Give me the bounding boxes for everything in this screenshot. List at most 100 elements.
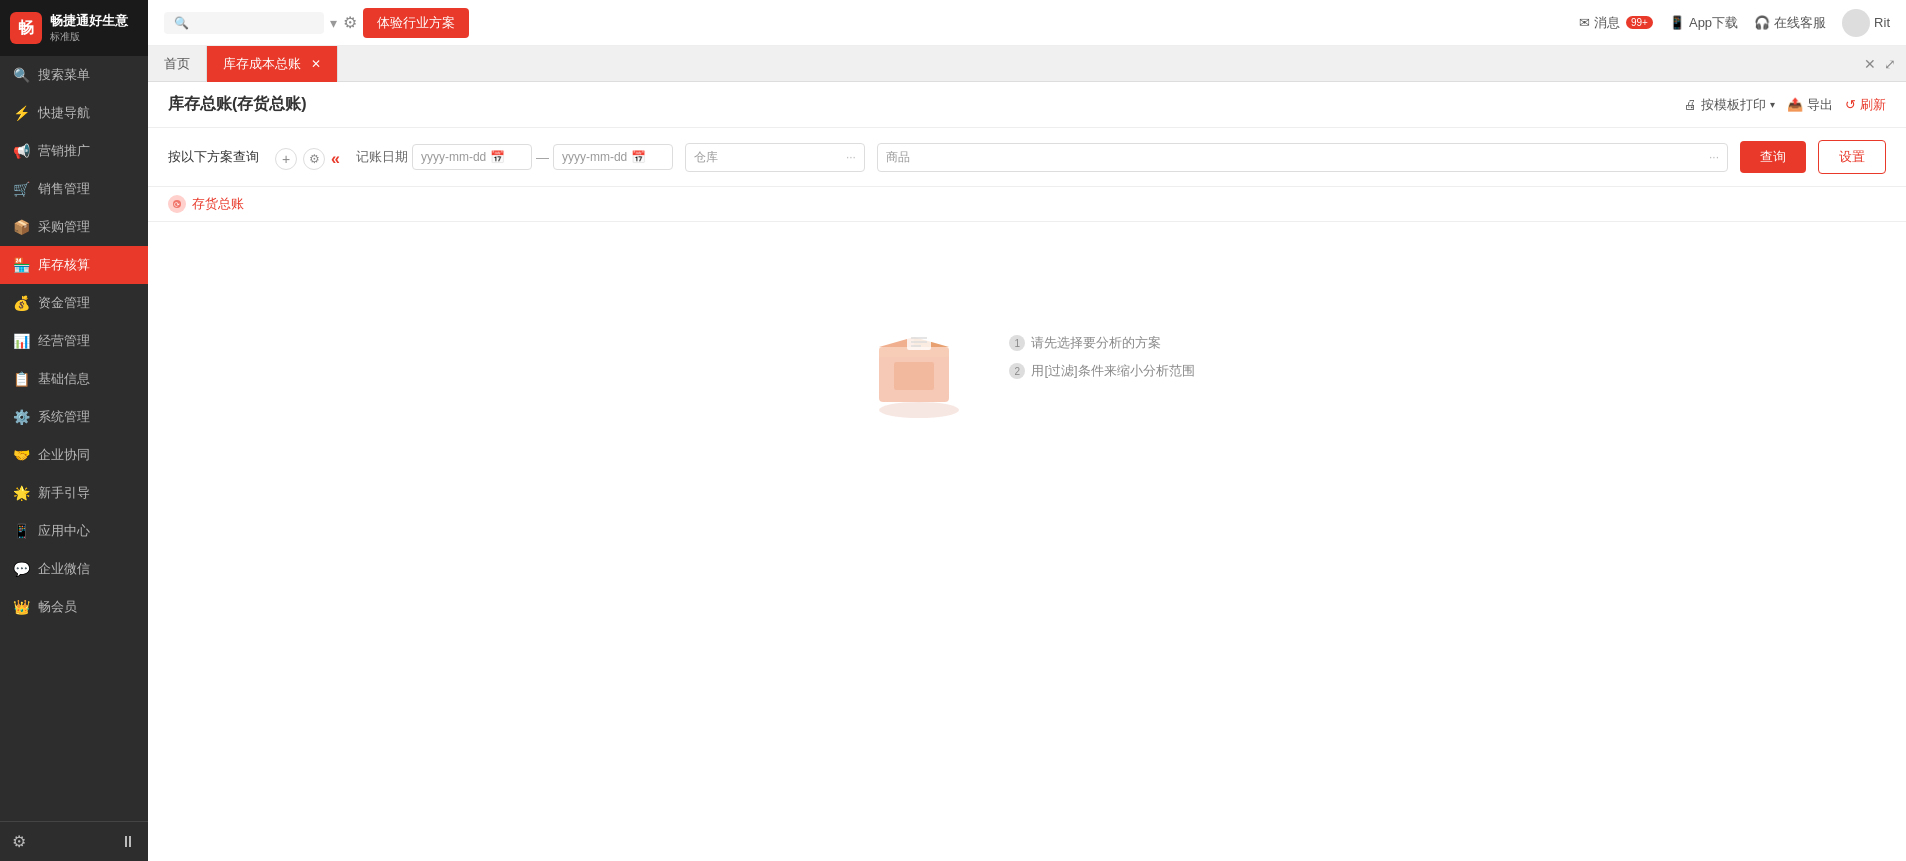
search-icon: 🔍 <box>12 67 30 83</box>
sidebar-item-label: 资金管理 <box>38 294 90 312</box>
online-service-label: 在线客服 <box>1774 14 1826 32</box>
refresh-icon: ↺ <box>1845 97 1856 112</box>
service-icon: 🎧 <box>1754 15 1770 30</box>
scheme-icon: ⟳ <box>168 195 186 213</box>
filter-collapse-btn[interactable]: « <box>331 150 340 168</box>
query-btn[interactable]: 查询 <box>1740 141 1806 173</box>
warehouse-placeholder: 仓库 <box>694 149 718 166</box>
sidebar-item-search[interactable]: 🔍 搜索菜单 <box>0 56 148 94</box>
date-label: 记账日期 <box>356 148 408 166</box>
sidebar-item-business[interactable]: 📊 经营管理 <box>0 322 148 360</box>
app-subtitle: 标准版 <box>50 30 128 44</box>
date-separator: — <box>536 150 549 165</box>
sidebar-item-finance[interactable]: 💰 资金管理 <box>0 284 148 322</box>
scheme-label: 存货总账 <box>192 195 244 213</box>
tab-inventory-ledger[interactable]: 库存成本总账 ✕ <box>207 46 338 82</box>
app-download-label: App下载 <box>1689 14 1738 32</box>
sidebar-item-basic[interactable]: 📋 基础信息 <box>0 360 148 398</box>
sidebar-nav: 🔍 搜索菜单 ⚡ 快捷导航 📢 营销推广 🛒 销售管理 📦 采购管理 🏪 库存核… <box>0 56 148 821</box>
quick-nav-icon: ⚡ <box>12 105 30 121</box>
topbar-right: ✉ 消息 99+ 📱 App下载 🎧 在线客服 Rit <box>1579 9 1890 37</box>
expand-icon[interactable]: ⤢ <box>1884 56 1896 72</box>
topbar-gear-icon[interactable]: ⚙ <box>343 13 357 32</box>
export-btn[interactable]: 📤 导出 <box>1787 96 1833 114</box>
tab-home[interactable]: 首页 <box>148 46 207 82</box>
date-filter-field: 记账日期 yyyy-mm-dd 📅 — yyyy-mm-dd 📅 <box>356 144 673 170</box>
message-icon: ✉ <box>1579 15 1590 30</box>
goods-more-icon: ··· <box>1709 150 1719 164</box>
user-name: Rit <box>1874 15 1890 30</box>
message-btn[interactable]: ✉ 消息 99+ <box>1579 14 1653 32</box>
sidebar-item-marketing[interactable]: 📢 营销推广 <box>0 132 148 170</box>
main-area: 🔍 ▾ ⚙ 体验行业方案 ✉ 消息 99+ 📱 App下载 🎧 在线客服 <box>148 0 1906 861</box>
filter-settings-icon[interactable]: ⚙ <box>303 148 325 170</box>
warehouse-more-icon: ··· <box>846 150 856 164</box>
sidebar-item-vip[interactable]: 👑 畅会员 <box>0 588 148 626</box>
user-avatar <box>1842 9 1870 37</box>
date-end-input[interactable]: yyyy-mm-dd 📅 <box>553 144 673 170</box>
finance-icon: 💰 <box>12 295 30 311</box>
sidebar-item-wechat[interactable]: 💬 企业微信 <box>0 550 148 588</box>
sidebar-item-label: 新手引导 <box>38 484 90 502</box>
sidebar-item-inventory[interactable]: 🏪 库存核算 <box>0 246 148 284</box>
topbar-dropdown-icon[interactable]: ▾ <box>330 15 337 31</box>
speaker-bottom-icon[interactable]: ⏸ <box>120 833 136 851</box>
tabs-bar: 首页 库存成本总账 ✕ ✕ ⤢ <box>148 46 1906 82</box>
tab-close-icon[interactable]: ✕ <box>311 57 321 71</box>
tab-home-label: 首页 <box>164 55 190 73</box>
sidebar-item-quick-nav[interactable]: ⚡ 快捷导航 <box>0 94 148 132</box>
sidebar-item-label: 基础信息 <box>38 370 90 388</box>
topbar: 🔍 ▾ ⚙ 体验行业方案 ✉ 消息 99+ 📱 App下载 🎧 在线客服 <box>148 0 1906 46</box>
page-header-actions: 🖨 按模板打印 ▾ 📤 导出 ↺ 刷新 <box>1684 96 1886 114</box>
sidebar-item-label: 库存核算 <box>38 256 90 274</box>
date-start-input[interactable]: yyyy-mm-dd 📅 <box>412 144 532 170</box>
tab-right-controls: ✕ ⤢ <box>1854 56 1906 72</box>
sidebar-logo-text: 畅捷通好生意 标准版 <box>50 12 128 44</box>
filter-add-btns: + ⚙ « <box>275 140 340 170</box>
page-title: 库存总账(存货总账) <box>168 94 307 115</box>
svg-rect-8 <box>907 332 931 350</box>
phone-icon: 📱 <box>1669 15 1685 30</box>
close-panel-icon[interactable]: ✕ <box>1864 56 1876 72</box>
empty-state: 1 请先选择要分析的方案 2 用[过滤]条件来缩小分析范围 <box>148 222 1906 502</box>
sidebar-item-company[interactable]: 🤝 企业协同 <box>0 436 148 474</box>
topbar-left: 🔍 ▾ ⚙ 体验行业方案 <box>164 8 1569 38</box>
sidebar-item-system[interactable]: ⚙️ 系统管理 <box>0 398 148 436</box>
company-icon: 🤝 <box>12 447 30 463</box>
sidebar: 畅 畅捷通好生意 标准版 🔍 搜索菜单 ⚡ 快捷导航 📢 营销推广 🛒 销售管理… <box>0 0 148 861</box>
message-label: 消息 <box>1594 14 1620 32</box>
vip-icon: 👑 <box>12 599 30 615</box>
scheme-item[interactable]: ⟳ 存货总账 <box>168 195 244 213</box>
settings-bottom-icon[interactable]: ⚙ <box>12 832 26 851</box>
sidebar-item-label: 企业协同 <box>38 446 90 464</box>
print-template-btn[interactable]: 🖨 按模板打印 ▾ <box>1684 96 1775 114</box>
app-download-btn[interactable]: 📱 App下载 <box>1669 14 1738 32</box>
basic-icon: 📋 <box>12 371 30 387</box>
industry-btn[interactable]: 体验行业方案 <box>363 8 469 38</box>
sidebar-item-label: 畅会员 <box>38 598 77 616</box>
date-start-placeholder: yyyy-mm-dd <box>421 150 486 164</box>
online-service-btn[interactable]: 🎧 在线客服 <box>1754 14 1826 32</box>
refresh-btn[interactable]: ↺ 刷新 <box>1845 96 1886 114</box>
date-end-placeholder: yyyy-mm-dd <box>562 150 627 164</box>
topbar-search[interactable]: 🔍 <box>164 12 324 34</box>
goods-select[interactable]: 商品 ··· <box>877 143 1728 172</box>
empty-text: 1 请先选择要分析的方案 2 用[过滤]条件来缩小分析范围 <box>1009 334 1194 390</box>
sidebar-item-sales[interactable]: 🛒 销售管理 <box>0 170 148 208</box>
sidebar-item-purchase[interactable]: 📦 采购管理 <box>0 208 148 246</box>
filter-label: 按以下方案查询 <box>168 140 259 166</box>
warehouse-select[interactable]: 仓库 ··· <box>685 143 865 172</box>
app-logo-icon: 畅 <box>10 12 42 44</box>
message-badge: 99+ <box>1626 16 1653 29</box>
filter-fields-area: 记账日期 yyyy-mm-dd 📅 — yyyy-mm-dd 📅 <box>356 140 1886 174</box>
user-area[interactable]: Rit <box>1842 9 1890 37</box>
settings-filter-btn[interactable]: 设置 <box>1818 140 1886 174</box>
sidebar-item-appstore[interactable]: 📱 应用中心 <box>0 512 148 550</box>
empty-hint-1: 1 请先选择要分析的方案 <box>1009 334 1194 352</box>
sidebar-item-label: 系统管理 <box>38 408 90 426</box>
hint-num-2: 2 <box>1009 363 1025 379</box>
goods-filter-field: 商品 ··· <box>877 143 1728 172</box>
sidebar-item-guide[interactable]: 🌟 新手引导 <box>0 474 148 512</box>
filter-add-icon[interactable]: + <box>275 148 297 170</box>
inventory-icon: 🏪 <box>12 257 30 273</box>
